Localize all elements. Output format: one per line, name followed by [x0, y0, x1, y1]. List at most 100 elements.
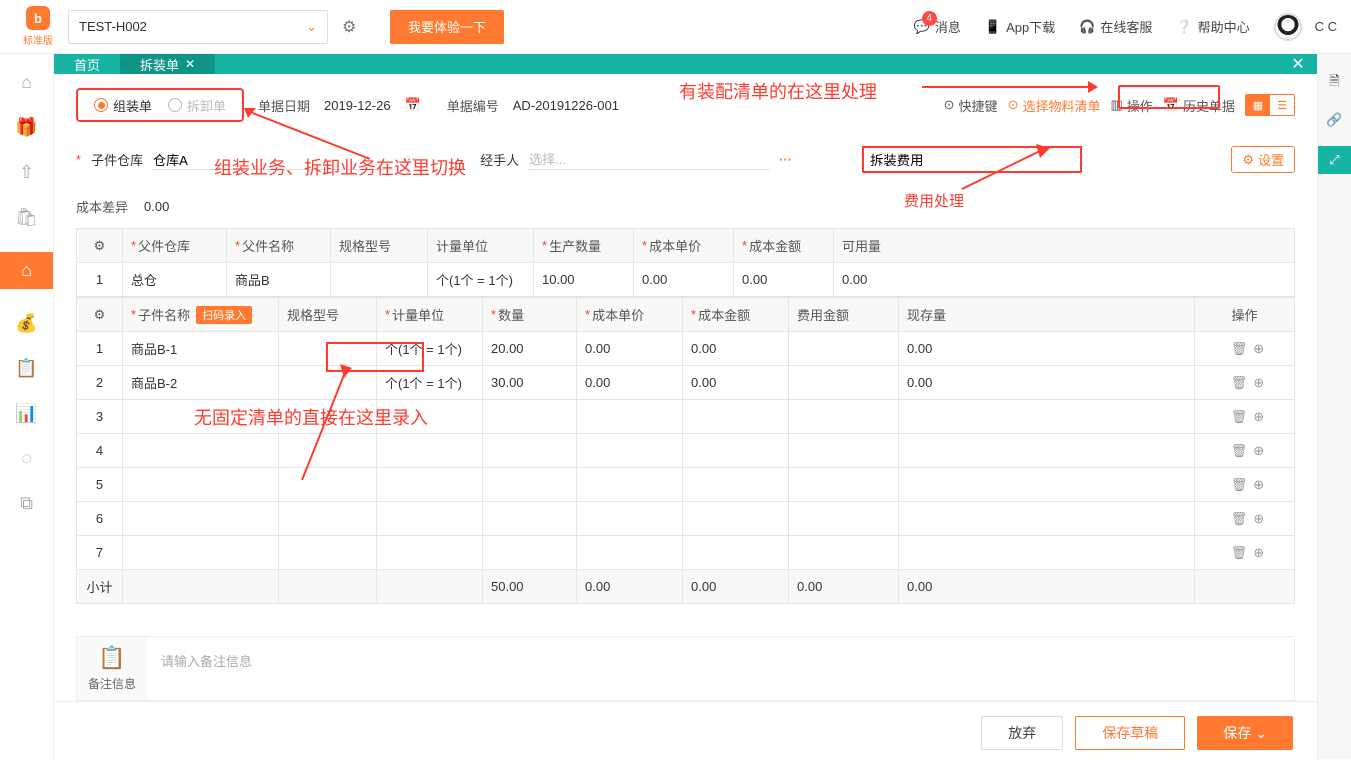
number-label: 单据编号: [447, 96, 499, 115]
avatar-icon: [1274, 13, 1302, 41]
handler-field: 经手人 ···: [480, 150, 792, 170]
discard-button[interactable]: 放弃: [981, 716, 1063, 750]
view-switch[interactable]: ▦ ☰: [1245, 94, 1295, 116]
delete-icon[interactable]: 🗑: [1231, 477, 1248, 493]
nav-money-icon[interactable]: 💰: [15, 313, 37, 334]
arrow-ne-icon: [952, 144, 1052, 194]
shortcut-link[interactable]: ⊙ 快捷键: [944, 96, 998, 115]
type-toggle: 组装单 拆卸单: [76, 88, 244, 122]
gear-icon[interactable]: ⚙: [342, 17, 362, 37]
phone-icon: 📱: [985, 19, 1001, 35]
right-rail: 🗎 🔗 ⤢: [1317, 54, 1351, 759]
radio-off-icon: [168, 98, 182, 112]
child-row[interactable]: 7🗑⊕: [77, 536, 1295, 570]
add-row-icon[interactable]: ⊕: [1253, 511, 1264, 527]
save-draft-button[interactable]: 保存草稿: [1075, 716, 1185, 750]
calendar-icon[interactable]: 📅: [405, 97, 421, 113]
scan-tag[interactable]: 扫码录入: [196, 306, 252, 324]
nav-warehouse-icon[interactable]: ⌂: [0, 252, 53, 289]
messages-link[interactable]: 💬 消息 4: [914, 17, 961, 36]
arrow-sw-icon: [296, 364, 416, 484]
user-menu[interactable]: C C: [1274, 13, 1337, 41]
chevron-down-icon: ⌄: [1255, 725, 1267, 742]
parent-header: ⚙ *父件仓库 *父件名称 规格型号 计量单位 *生产数量 *成本单价 *成本金…: [77, 229, 1295, 263]
notes-input[interactable]: 请输入备注信息: [147, 637, 1294, 700]
radio-assemble[interactable]: 组装单: [94, 96, 152, 115]
add-row-icon[interactable]: ⊕: [1253, 545, 1264, 561]
delete-icon[interactable]: 🗑: [1231, 443, 1248, 459]
trial-button[interactable]: 我要体验一下: [390, 10, 504, 44]
subtotal-row: 小计 50.00 0.00 0.00 0.00 0.00: [77, 570, 1295, 604]
header-gear[interactable]: ⚙: [77, 298, 123, 332]
annotation-materials-box: [1118, 85, 1220, 109]
nav-up-icon[interactable]: ⇧: [19, 162, 34, 183]
edition-label: 标准版: [23, 32, 53, 47]
footer: 放弃 保存草稿 保存 ⌄: [54, 701, 1317, 764]
close-all-tabs[interactable]: ✕: [1279, 54, 1317, 74]
number-value: AD-20191226-001: [513, 98, 619, 113]
header-gear[interactable]: ⚙: [77, 229, 123, 263]
app-download-link[interactable]: 📱 App下载: [985, 17, 1055, 36]
child-row[interactable]: 6🗑⊕: [77, 502, 1295, 536]
rail-expand-icon[interactable]: ⤢: [1318, 146, 1351, 174]
delete-icon[interactable]: 🗑: [1231, 409, 1248, 425]
nav-clipboard-icon[interactable]: 📋: [15, 358, 37, 379]
headset-icon: 🎧: [1079, 19, 1095, 35]
parent-table: ⚙ *父件仓库 *父件名称 规格型号 计量单位 *生产数量 *成本单价 *成本金…: [76, 228, 1295, 297]
handler-input[interactable]: [529, 150, 769, 170]
add-row-icon[interactable]: ⊕: [1253, 409, 1264, 425]
gear-icon: ⚙: [1242, 152, 1254, 168]
nav-bag-icon[interactable]: 🛍: [15, 207, 38, 228]
arrow-right-icon: [918, 78, 1098, 96]
delete-icon[interactable]: 🗑: [1231, 375, 1248, 391]
rail-doc-icon[interactable]: 🗎: [1329, 72, 1339, 94]
account-select[interactable]: TEST-H002 ⌄: [68, 10, 328, 44]
child-table: ⚙ *子件名称扫码录入 规格型号 *计量单位 *数量 *成本单价 *成本金额 费…: [76, 297, 1295, 604]
topbar: b 标准版 TEST-H002 ⌄ ⚙ 我要体验一下 💬 消息 4 📱 App下…: [0, 0, 1351, 54]
delete-icon[interactable]: 🗑: [1231, 341, 1248, 357]
list-view-icon: ☰: [1270, 95, 1294, 115]
logo-icon: b: [26, 6, 50, 30]
support-link[interactable]: 🎧 在线客服: [1079, 17, 1152, 36]
add-row-icon[interactable]: ⊕: [1253, 341, 1264, 357]
save-button[interactable]: 保存 ⌄: [1197, 716, 1293, 750]
parent-row[interactable]: 1 总仓 商品B 个(1个 = 1个) 10.00 0.00 0.00 0.00: [77, 263, 1295, 297]
child-row[interactable]: 4🗑⊕: [77, 434, 1295, 468]
child-row[interactable]: 1商品B-1个(1个 = 1个)20.000.000.000.00🗑⊕: [77, 332, 1295, 366]
radio-on-icon: [94, 98, 108, 112]
add-row-icon[interactable]: ⊕: [1253, 477, 1264, 493]
nav-report-icon[interactable]: 📊: [15, 403, 37, 424]
notes-card: 📋 备注信息 请输入备注信息: [76, 636, 1295, 701]
nav-new-icon[interactable]: ⧉: [20, 493, 33, 514]
tab-disassemble[interactable]: 拆装单 ✕: [120, 54, 215, 74]
account-name: TEST-H002: [79, 19, 147, 34]
radio-disassemble[interactable]: 拆卸单: [168, 96, 226, 115]
chevron-down-icon: ⌄: [306, 19, 317, 35]
delete-icon[interactable]: 🗑: [1231, 545, 1248, 561]
add-row-icon[interactable]: ⊕: [1253, 375, 1264, 391]
arrow-nw-icon: [240, 104, 380, 164]
child-row[interactable]: 2商品B-2个(1个 = 1个)30.000.000.000.00🗑⊕: [77, 366, 1295, 400]
close-icon[interactable]: ✕: [185, 57, 195, 71]
delete-icon[interactable]: 🗑: [1231, 511, 1248, 527]
nav-loading-icon[interactable]: ◌: [21, 448, 32, 469]
logo: b 标准版: [14, 6, 62, 47]
tab-home[interactable]: 首页: [54, 54, 120, 74]
child-row[interactable]: 5🗑⊕: [77, 468, 1295, 502]
nav-gift-icon[interactable]: 🎁: [15, 117, 37, 138]
notes-icon: 📋: [98, 645, 125, 671]
settings-button[interactable]: ⚙ 设置: [1231, 146, 1295, 173]
materials-button[interactable]: ⊙ 选择物料清单: [1008, 96, 1101, 115]
more-icon[interactable]: ···: [779, 152, 792, 167]
add-row-icon[interactable]: ⊕: [1253, 443, 1264, 459]
nav-home-icon[interactable]: ⌂: [21, 72, 32, 93]
grid-view-icon: ▦: [1246, 95, 1270, 115]
rail-link-icon[interactable]: 🔗: [1326, 112, 1342, 128]
help-link[interactable]: ❔ 帮助中心: [1176, 17, 1249, 36]
help-icon: ❔: [1176, 19, 1192, 35]
annotation-bom: 有装配清单的在这里处理: [679, 78, 877, 104]
cost-diff-label: 成本差异: [76, 197, 128, 216]
child-header: ⚙ *子件名称扫码录入 规格型号 *计量单位 *数量 *成本单价 *成本金额 费…: [77, 298, 1295, 332]
cost-diff-value: 0.00: [144, 199, 169, 214]
msg-count-badge: 4: [922, 11, 937, 26]
